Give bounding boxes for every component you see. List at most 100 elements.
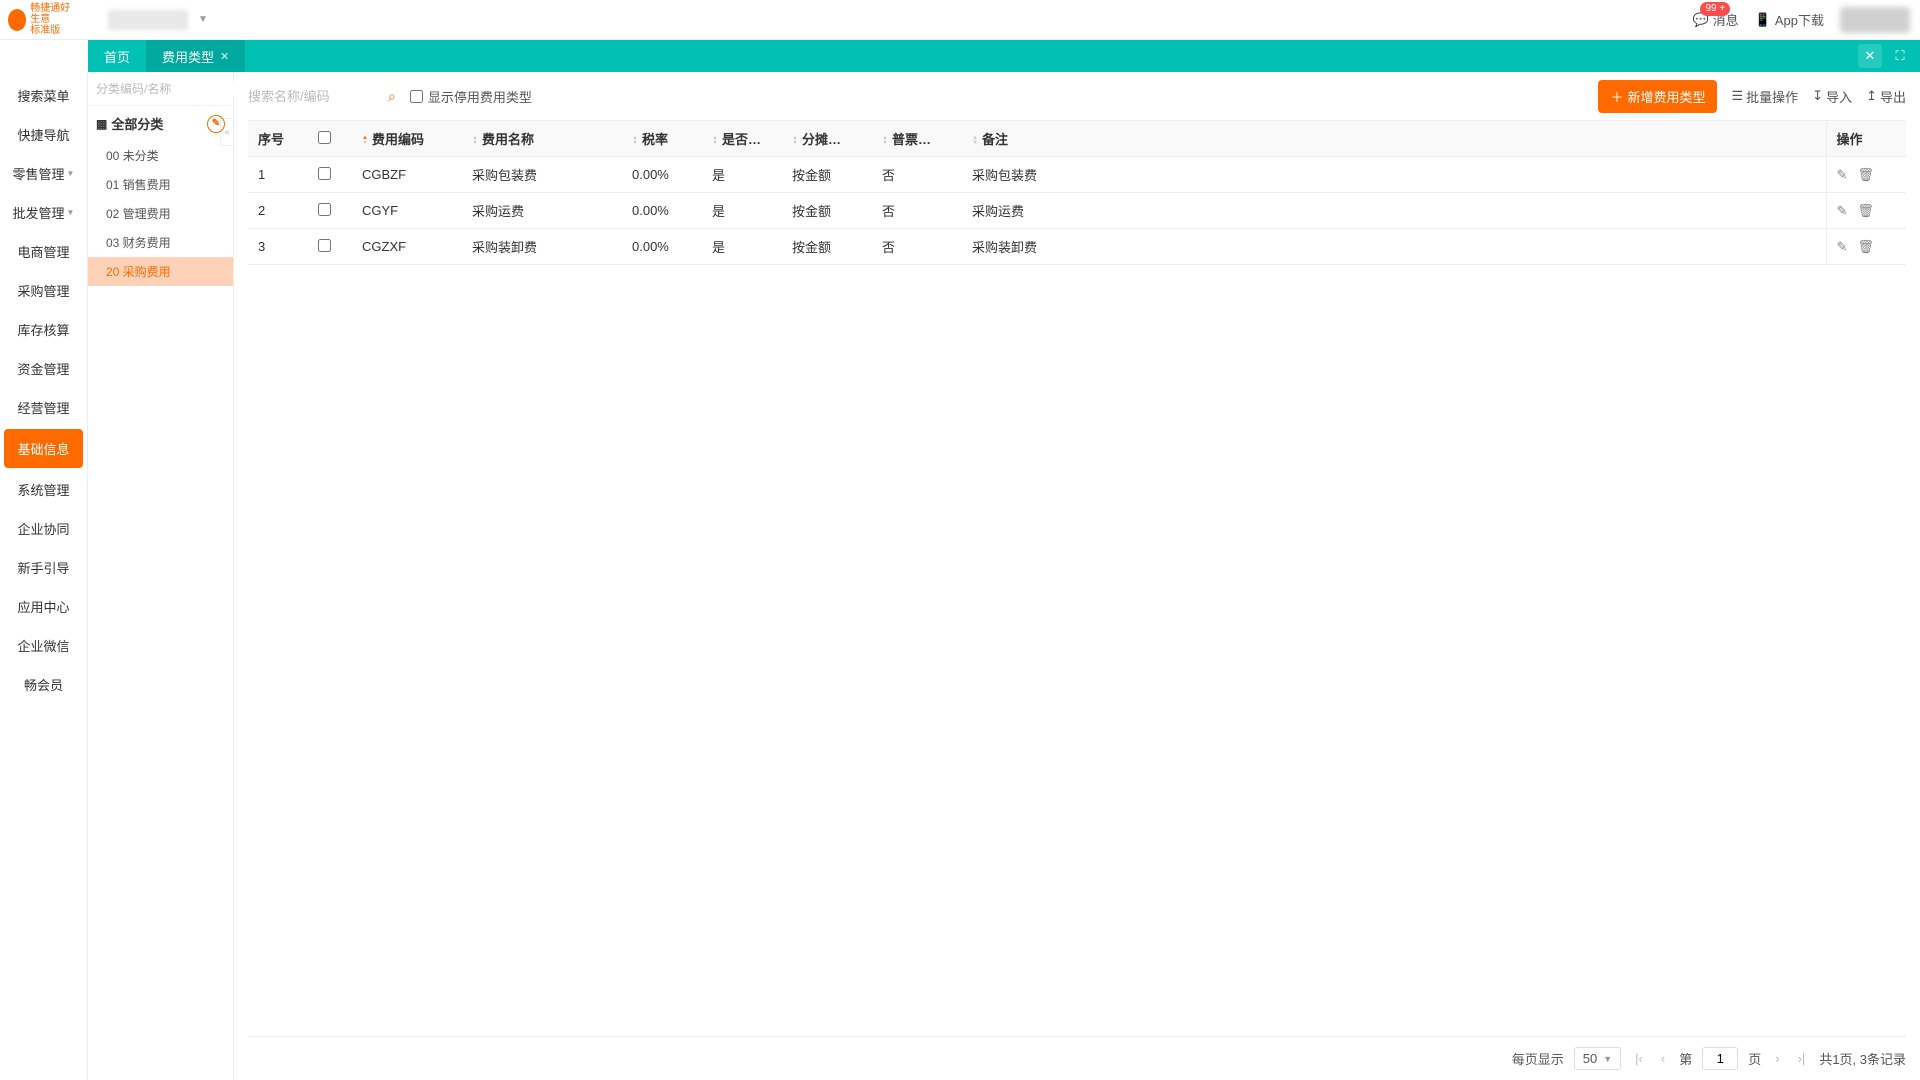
cell-ops: ✎🗑 <box>1826 193 1906 229</box>
search-input[interactable] <box>248 85 388 108</box>
page-prev-button[interactable]: ‹ <box>1657 1051 1669 1066</box>
search-icon[interactable]: ⌕ <box>388 88 396 105</box>
export-icon: ↥ <box>1866 88 1877 104</box>
category-item-0[interactable]: 00 未分类 <box>88 141 233 170</box>
delete-icon[interactable]: 🗑 <box>1857 167 1874 183</box>
cell-alloc: 按金额 <box>782 157 872 193</box>
add-button-label: 新增费用类型 <box>1627 87 1705 106</box>
messages-badge: 99 + <box>1700 2 1730 16</box>
th-index[interactable]: 序号 <box>248 121 308 157</box>
main-content: ⌕ 显示停用费用类型 ＋ 新增费用类型 ☰ 批量操作 ↧ 导入 <box>234 72 1920 1080</box>
nav-item-label: 库存核算 <box>17 320 69 339</box>
cell-select[interactable] <box>308 157 352 193</box>
th-name[interactable]: ▲▼费用名称 <box>462 121 622 157</box>
cell-rate: 0.00% <box>622 193 702 229</box>
category-item-3[interactable]: 03 财务费用 <box>88 228 233 257</box>
fullscreen-button[interactable]: ⛶ <box>1888 44 1912 68</box>
page-next-button[interactable]: › <box>1771 1051 1783 1066</box>
pagination: 每页显示 50 ▼ |‹ ‹ 第 页 › ›| 共1页, 3条记录 <box>248 1036 1906 1080</box>
nav-item-15[interactable]: 畅会员 <box>0 665 87 704</box>
cell-ops: ✎🗑 <box>1826 157 1906 193</box>
cell-rate: 0.00% <box>622 229 702 265</box>
nav-item-1[interactable]: 快捷导航 <box>0 115 87 154</box>
close-icon[interactable]: ✕ <box>220 50 229 63</box>
cell-select[interactable] <box>308 229 352 265</box>
page-prefix: 第 <box>1679 1049 1692 1068</box>
cell-yesno: 是 <box>702 229 782 265</box>
cell-code: CGZXF <box>352 229 462 265</box>
page-last-button[interactable]: ›| <box>1794 1051 1810 1066</box>
category-panel: ⌕ « ▦ 全部分类 ✎ 00 未分类01 销售费用02 管理费用03 财务费用… <box>88 72 234 1080</box>
category-item-4[interactable]: 20 采购费用 <box>88 257 233 286</box>
category-item-1[interactable]: 01 销售费用 <box>88 170 233 199</box>
nav-item-10[interactable]: 系统管理 <box>0 470 87 509</box>
chevron-down-icon: ▼ <box>1603 1054 1612 1064</box>
nav-item-label: 零售管理 <box>13 164 65 183</box>
edit-icon[interactable]: ✎ <box>1837 239 1848 255</box>
nav-item-14[interactable]: 企业微信 <box>0 626 87 665</box>
row-checkbox[interactable] <box>318 167 331 180</box>
tab-0[interactable]: 首页 <box>88 40 146 72</box>
cell-name: 采购包装费 <box>462 157 622 193</box>
edit-icon[interactable]: ✎ <box>1837 203 1848 219</box>
row-checkbox[interactable] <box>318 239 331 252</box>
batch-ops-button[interactable]: ☰ 批量操作 <box>1731 87 1798 106</box>
nav-item-0[interactable]: 搜索菜单 <box>0 76 87 115</box>
cell-index: 3 <box>248 229 308 265</box>
tab-close-all-button[interactable]: ✕ <box>1858 44 1882 68</box>
app-download-link[interactable]: 📱 App下载 <box>1755 10 1824 29</box>
delete-icon[interactable]: 🗑 <box>1857 203 1874 219</box>
nav-item-12[interactable]: 新手引导 <box>0 548 87 587</box>
brand-icon <box>8 9 26 31</box>
plus-icon: ＋ <box>1610 87 1623 106</box>
nav-item-11[interactable]: 企业协同 <box>0 509 87 548</box>
nav-item-7[interactable]: 资金管理 <box>0 349 87 388</box>
category-edit-button[interactable]: ✎ <box>207 115 225 133</box>
nav-item-5[interactable]: 采购管理 <box>0 271 87 310</box>
th-ticket[interactable]: ▲▼普票… <box>872 121 962 157</box>
cell-code: CGYF <box>352 193 462 229</box>
cell-remark: 采购装卸费 <box>962 229 1826 265</box>
select-all-checkbox[interactable] <box>318 131 331 144</box>
cell-ticket: 否 <box>872 229 962 265</box>
messages-link[interactable]: 💬 消息 99 + <box>1692 10 1738 29</box>
show-disabled-checkbox[interactable]: 显示停用费用类型 <box>410 87 532 106</box>
nav-item-4[interactable]: 电商管理 <box>0 232 87 271</box>
nav-item-label: 经营管理 <box>17 398 69 417</box>
th-remark[interactable]: ▲▼备注 <box>962 121 1826 157</box>
cell-name: 采购装卸费 <box>462 229 622 265</box>
batch-ops-label: 批量操作 <box>1746 87 1798 106</box>
nav-item-9[interactable]: 基础信息 <box>4 429 83 468</box>
export-button[interactable]: ↥ 导出 <box>1866 87 1906 106</box>
add-expense-type-button[interactable]: ＋ 新增费用类型 <box>1598 80 1717 113</box>
th-alloc[interactable]: ▲▼分摊… <box>782 121 872 157</box>
cell-alloc: 按金额 <box>782 229 872 265</box>
category-search-input[interactable] <box>96 82 251 96</box>
per-page-select[interactable]: 50 ▼ <box>1574 1047 1621 1070</box>
page-input[interactable] <box>1702 1047 1738 1070</box>
user-menu[interactable] <box>1840 7 1910 33</box>
nav-item-6[interactable]: 库存核算 <box>0 310 87 349</box>
cell-select[interactable] <box>308 193 352 229</box>
category-all[interactable]: ▦ 全部分类 ✎ <box>88 106 233 141</box>
th-select-all[interactable] <box>308 121 352 157</box>
edit-icon[interactable]: ✎ <box>1837 167 1848 183</box>
cell-code: CGBZF <box>352 157 462 193</box>
tab-1[interactable]: 费用类型✕ <box>146 40 245 72</box>
th-code[interactable]: ▲▼费用编码 <box>352 121 462 157</box>
delete-icon[interactable]: 🗑 <box>1857 239 1874 255</box>
nav-item-13[interactable]: 应用中心 <box>0 587 87 626</box>
cell-remark: 采购包装费 <box>962 157 1826 193</box>
th-yesno[interactable]: ▲▼是否… <box>702 121 782 157</box>
row-checkbox[interactable] <box>318 203 331 216</box>
nav-item-8[interactable]: 经营管理 <box>0 388 87 427</box>
nav-item-label: 电商管理 <box>17 242 69 261</box>
nav-item-3[interactable]: 批发管理▼ <box>0 193 87 232</box>
show-disabled-checkbox-input[interactable] <box>410 90 423 103</box>
org-switcher[interactable]: ▼ <box>108 10 208 30</box>
import-button[interactable]: ↧ 导入 <box>1812 87 1852 106</box>
category-item-2[interactable]: 02 管理费用 <box>88 199 233 228</box>
th-rate[interactable]: ▲▼税率 <box>622 121 702 157</box>
nav-item-2[interactable]: 零售管理▼ <box>0 154 87 193</box>
page-first-button[interactable]: |‹ <box>1631 1051 1647 1066</box>
